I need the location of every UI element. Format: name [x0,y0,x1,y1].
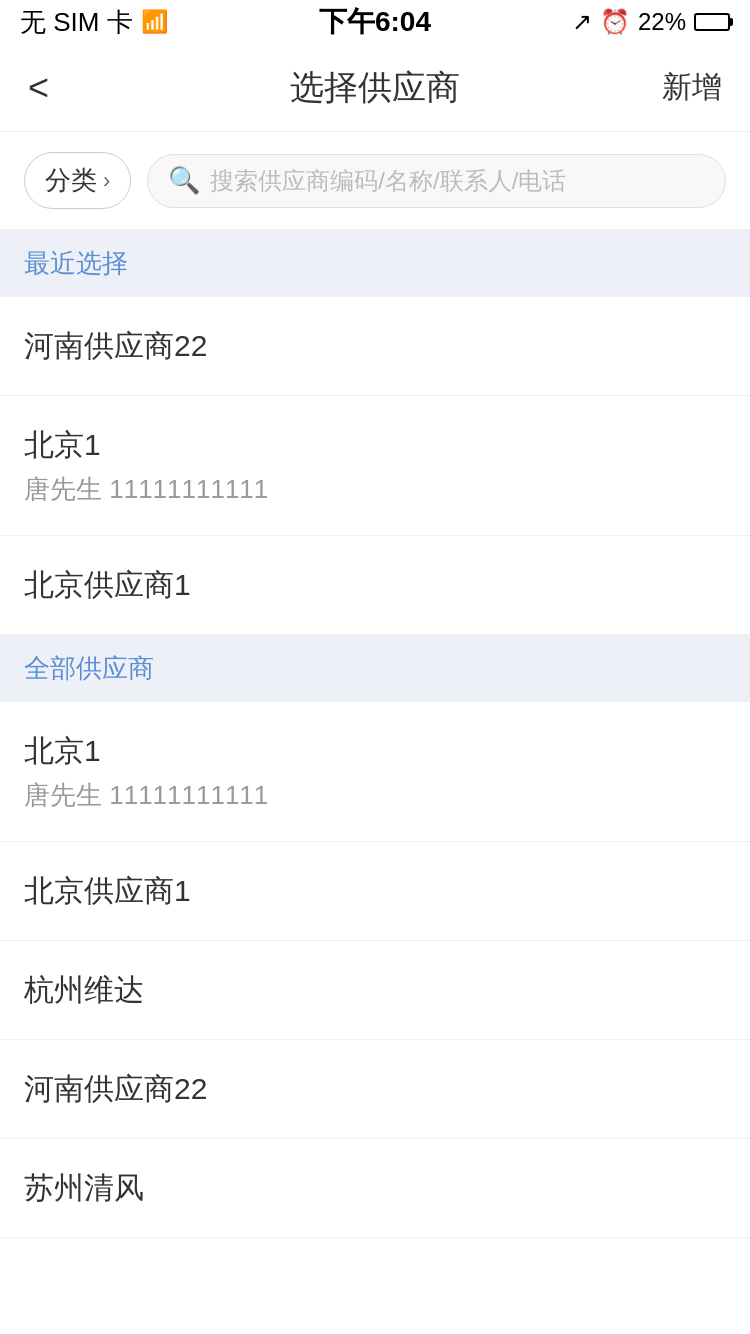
battery-percent: 22% [638,8,686,36]
item-name: 北京1 [24,424,726,466]
item-name: 河南供应商22 [24,1068,726,1110]
status-time: 下午6:04 [319,3,431,41]
search-placeholder: 搜索供应商编码/名称/联系人/电话 [210,165,705,197]
all-section-header: 全部供应商 [0,635,750,702]
status-bar: 无 SIM 卡 📶 下午6:04 ↗ ⏰ 22% [0,0,750,44]
list-item[interactable]: 北京供应商1 [0,842,750,941]
page-title: 选择供应商 [290,65,460,111]
list-item[interactable]: 苏州清风 [0,1139,750,1238]
no-sim-label: 无 SIM 卡 [20,5,133,40]
list-item[interactable]: 北京1 唐先生 11111111111 [0,702,750,842]
recent-list: 河南供应商22 北京1 唐先生 11111111111 北京供应商1 [0,297,750,635]
back-button[interactable]: < [28,67,88,109]
category-button[interactable]: 分类 › [24,152,131,209]
battery-bar [694,13,730,31]
chevron-right-icon: › [103,168,110,194]
status-right: ↗ ⏰ 22% [572,8,730,36]
category-label: 分类 [45,163,97,198]
wifi-icon: 📶 [141,9,168,35]
search-box[interactable]: 🔍 搜索供应商编码/名称/联系人/电话 [147,154,726,208]
item-contact: 唐先生 11111111111 [24,778,726,813]
item-name: 北京供应商1 [24,564,726,606]
item-contact: 唐先生 11111111111 [24,472,726,507]
location-icon: ↗ [572,8,592,36]
nav-bar: < 选择供应商 新增 [0,44,750,132]
list-item[interactable]: 北京供应商1 [0,536,750,635]
status-left: 无 SIM 卡 📶 [20,5,168,40]
add-button[interactable]: 新增 [662,67,722,108]
all-section-label: 全部供应商 [24,653,154,683]
recent-section-header: 最近选择 [0,230,750,297]
item-name: 北京供应商1 [24,870,726,912]
search-icon: 🔍 [168,165,200,196]
list-item[interactable]: 河南供应商22 [0,1040,750,1139]
list-item[interactable]: 河南供应商22 [0,297,750,396]
item-name: 苏州清风 [24,1167,726,1209]
recent-section-label: 最近选择 [24,248,128,278]
item-name: 北京1 [24,730,726,772]
list-item[interactable]: 杭州维达 [0,941,750,1040]
all-list: 北京1 唐先生 11111111111 北京供应商1 杭州维达河南供应商22 苏州清风 [0,702,750,1238]
alarm-icon: ⏰ [600,8,630,36]
filter-bar: 分类 › 🔍 搜索供应商编码/名称/联系人/电话 [0,132,750,230]
list-item[interactable]: 北京1 唐先生 11111111111 [0,396,750,536]
item-name: 杭州维达 [24,969,726,1011]
item-name: 河南供应商22 [24,325,726,367]
